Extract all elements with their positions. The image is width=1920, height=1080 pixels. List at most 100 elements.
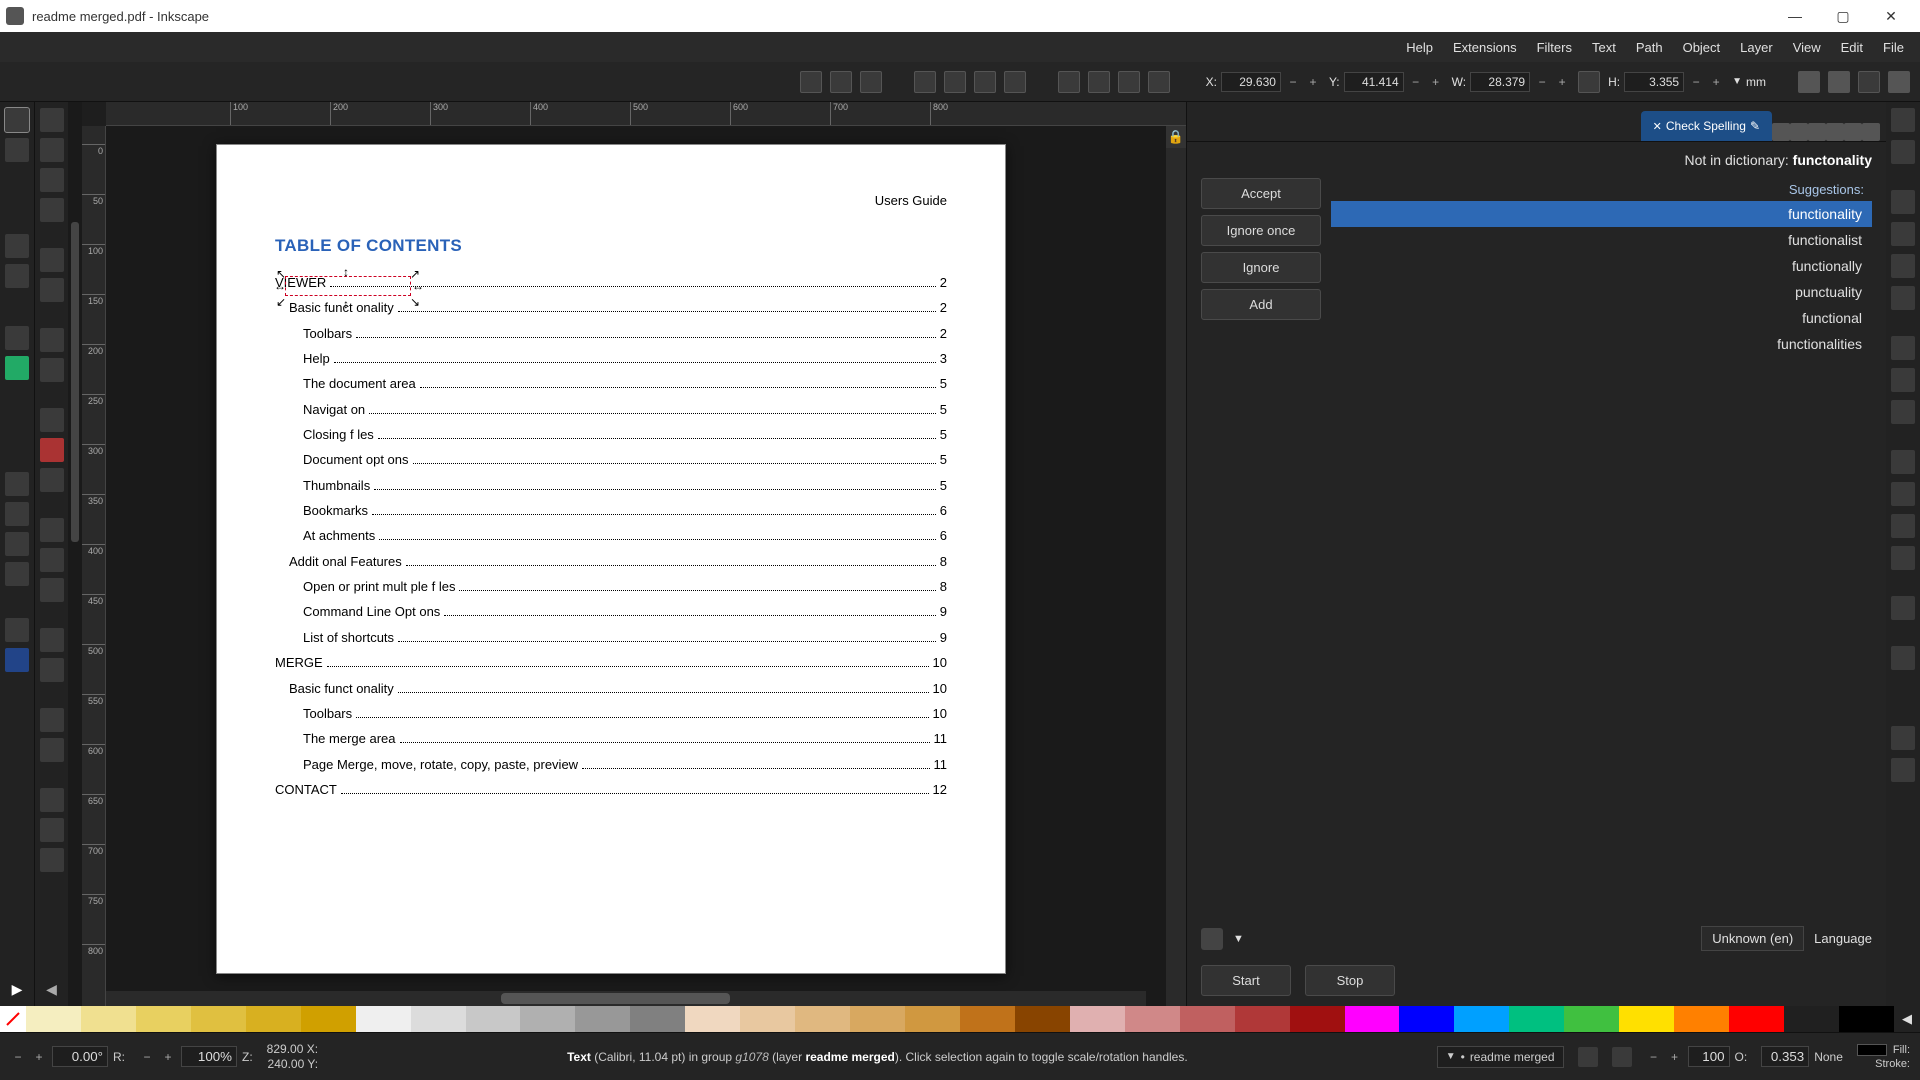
snap-5-icon[interactable] — [1891, 254, 1915, 278]
layer-selector[interactable]: ▼ •readme merged — [1437, 1046, 1564, 1068]
menu-layer[interactable]: Layer — [1732, 36, 1781, 59]
palette-swatch[interactable] — [1509, 1006, 1564, 1032]
layer-visible-icon[interactable] — [1612, 1047, 1632, 1067]
palette-swatch[interactable] — [630, 1006, 685, 1032]
snap-17-icon[interactable] — [1891, 758, 1915, 782]
menu-text[interactable]: Text — [1584, 36, 1624, 59]
palette-swatch[interactable] — [81, 1006, 136, 1032]
canvas-h-scrollbar[interactable] — [106, 991, 1146, 1006]
snap-15-icon[interactable] — [1891, 646, 1915, 670]
palette-swatch[interactable] — [1235, 1006, 1290, 1032]
palette-swatch[interactable] — [246, 1006, 301, 1032]
paste-icon[interactable] — [40, 358, 64, 382]
xml-icon[interactable] — [40, 788, 64, 812]
prefs-icon[interactable] — [40, 848, 64, 872]
palette-swatch[interactable] — [1070, 1006, 1125, 1032]
fill-stroke-icon[interactable] — [40, 708, 64, 732]
snap-9-icon[interactable] — [1891, 400, 1915, 424]
minimize-button[interactable]: — — [1772, 0, 1818, 32]
node-tool-icon[interactable] — [5, 138, 29, 162]
rotate-cw-icon[interactable] — [944, 71, 966, 93]
snap-8-icon[interactable] — [1891, 368, 1915, 392]
menu-file[interactable]: File — [1875, 36, 1912, 59]
tab-check-spelling[interactable]: ✕ Check Spelling ✎ — [1641, 111, 1772, 141]
x-input[interactable] — [1221, 72, 1281, 92]
palette-swatch[interactable] — [1015, 1006, 1070, 1032]
canvas-v-scrollbar[interactable]: 🔒 — [1166, 126, 1186, 1006]
snap-1-icon[interactable] — [1891, 108, 1915, 132]
dropper-tool-icon[interactable] — [5, 648, 29, 672]
palette-swatch[interactable] — [26, 1006, 81, 1032]
palette-swatch[interactable] — [850, 1006, 905, 1032]
x-dec[interactable]: − — [1285, 75, 1301, 89]
lower-bottom-icon[interactable] — [1148, 71, 1170, 93]
selmode-3-icon[interactable] — [1858, 71, 1880, 93]
palette-swatch[interactable] — [520, 1006, 575, 1032]
menu-view[interactable]: View — [1785, 36, 1829, 59]
palette-swatch[interactable] — [1180, 1006, 1235, 1032]
palette-swatch[interactable] — [1729, 1006, 1784, 1032]
op-dec[interactable]: − — [1646, 1050, 1662, 1064]
y-input[interactable] — [1344, 72, 1404, 92]
ignore-once-button[interactable]: Ignore once — [1201, 215, 1321, 246]
redo-icon[interactable] — [40, 278, 64, 302]
rect-tool-icon[interactable] — [5, 234, 29, 258]
palette-swatch[interactable] — [1125, 1006, 1180, 1032]
suggestion-item[interactable]: functionalist — [1331, 227, 1872, 253]
flip-v-icon[interactable] — [1004, 71, 1026, 93]
tab-icon-6[interactable] — [1844, 123, 1862, 141]
zoom-dec[interactable]: − — [139, 1050, 155, 1064]
palette-swatch[interactable] — [1399, 1006, 1454, 1032]
snap-13-icon[interactable] — [1891, 546, 1915, 570]
language-select[interactable]: Unknown (en) — [1701, 926, 1804, 951]
opacity-input[interactable] — [1688, 1046, 1730, 1067]
canvas[interactable]: Users Guide TABLE OF CONTENTS VIEWER2Bas… — [106, 126, 1166, 1006]
lower-icon[interactable] — [1118, 71, 1140, 93]
left-scrollbar[interactable] — [68, 102, 82, 1006]
x-inc[interactable]: + — [1305, 75, 1321, 89]
palette-swatch[interactable] — [301, 1006, 356, 1032]
selmode-2-icon[interactable] — [1828, 71, 1850, 93]
palette-swatch[interactable] — [960, 1006, 1015, 1032]
palette-swatch[interactable] — [1619, 1006, 1674, 1032]
palette-swatch[interactable] — [905, 1006, 960, 1032]
palette-menu-icon[interactable]: ◀ — [1894, 1006, 1920, 1032]
suggestion-item[interactable]: punctuality — [1331, 279, 1872, 305]
save-icon[interactable] — [40, 168, 64, 192]
snap-3-icon[interactable] — [1891, 190, 1915, 214]
transform-icon[interactable] — [860, 71, 882, 93]
strokew-input[interactable] — [1761, 1046, 1809, 1067]
suggestion-item[interactable]: functionality — [1331, 201, 1872, 227]
snap-2-icon[interactable] — [1891, 140, 1915, 164]
op-inc[interactable]: + — [1667, 1050, 1683, 1064]
ungroup-icon[interactable] — [40, 658, 64, 682]
w-inc[interactable]: + — [1554, 75, 1570, 89]
zoom-draw-icon[interactable] — [40, 438, 64, 462]
maximize-button[interactable]: ▢ — [1820, 0, 1866, 32]
spell-settings-icon[interactable] — [1201, 928, 1223, 950]
menu-help[interactable]: Help — [1398, 36, 1441, 59]
palette-none-icon[interactable] — [0, 1006, 26, 1032]
menu-edit[interactable]: Edit — [1833, 36, 1871, 59]
snap-16-icon[interactable] — [1891, 726, 1915, 750]
selmode-1-icon[interactable] — [1798, 71, 1820, 93]
star-tool-icon[interactable] — [5, 326, 29, 350]
suggestion-item[interactable]: functionally — [1331, 253, 1872, 279]
unlink-icon[interactable] — [40, 578, 64, 602]
calligraphy-tool-icon[interactable] — [5, 532, 29, 556]
menu-path[interactable]: Path — [1628, 36, 1671, 59]
snap-12-icon[interactable] — [1891, 514, 1915, 538]
palette-swatch[interactable] — [1674, 1006, 1729, 1032]
palette-swatch[interactable] — [740, 1006, 795, 1032]
copy-icon[interactable] — [40, 328, 64, 352]
palette-swatch[interactable] — [356, 1006, 411, 1032]
selmode-4-icon[interactable] — [1888, 71, 1910, 93]
text-props-icon[interactable] — [40, 738, 64, 762]
menu-extensions[interactable]: Extensions — [1445, 36, 1525, 59]
lock-ratio-icon[interactable] — [1578, 71, 1600, 93]
pencil-tool-icon[interactable] — [5, 472, 29, 496]
palette-swatch[interactable] — [411, 1006, 466, 1032]
h-input[interactable] — [1624, 72, 1684, 92]
zoom-input[interactable] — [181, 1046, 237, 1067]
tab-icon-5[interactable] — [1826, 123, 1844, 141]
